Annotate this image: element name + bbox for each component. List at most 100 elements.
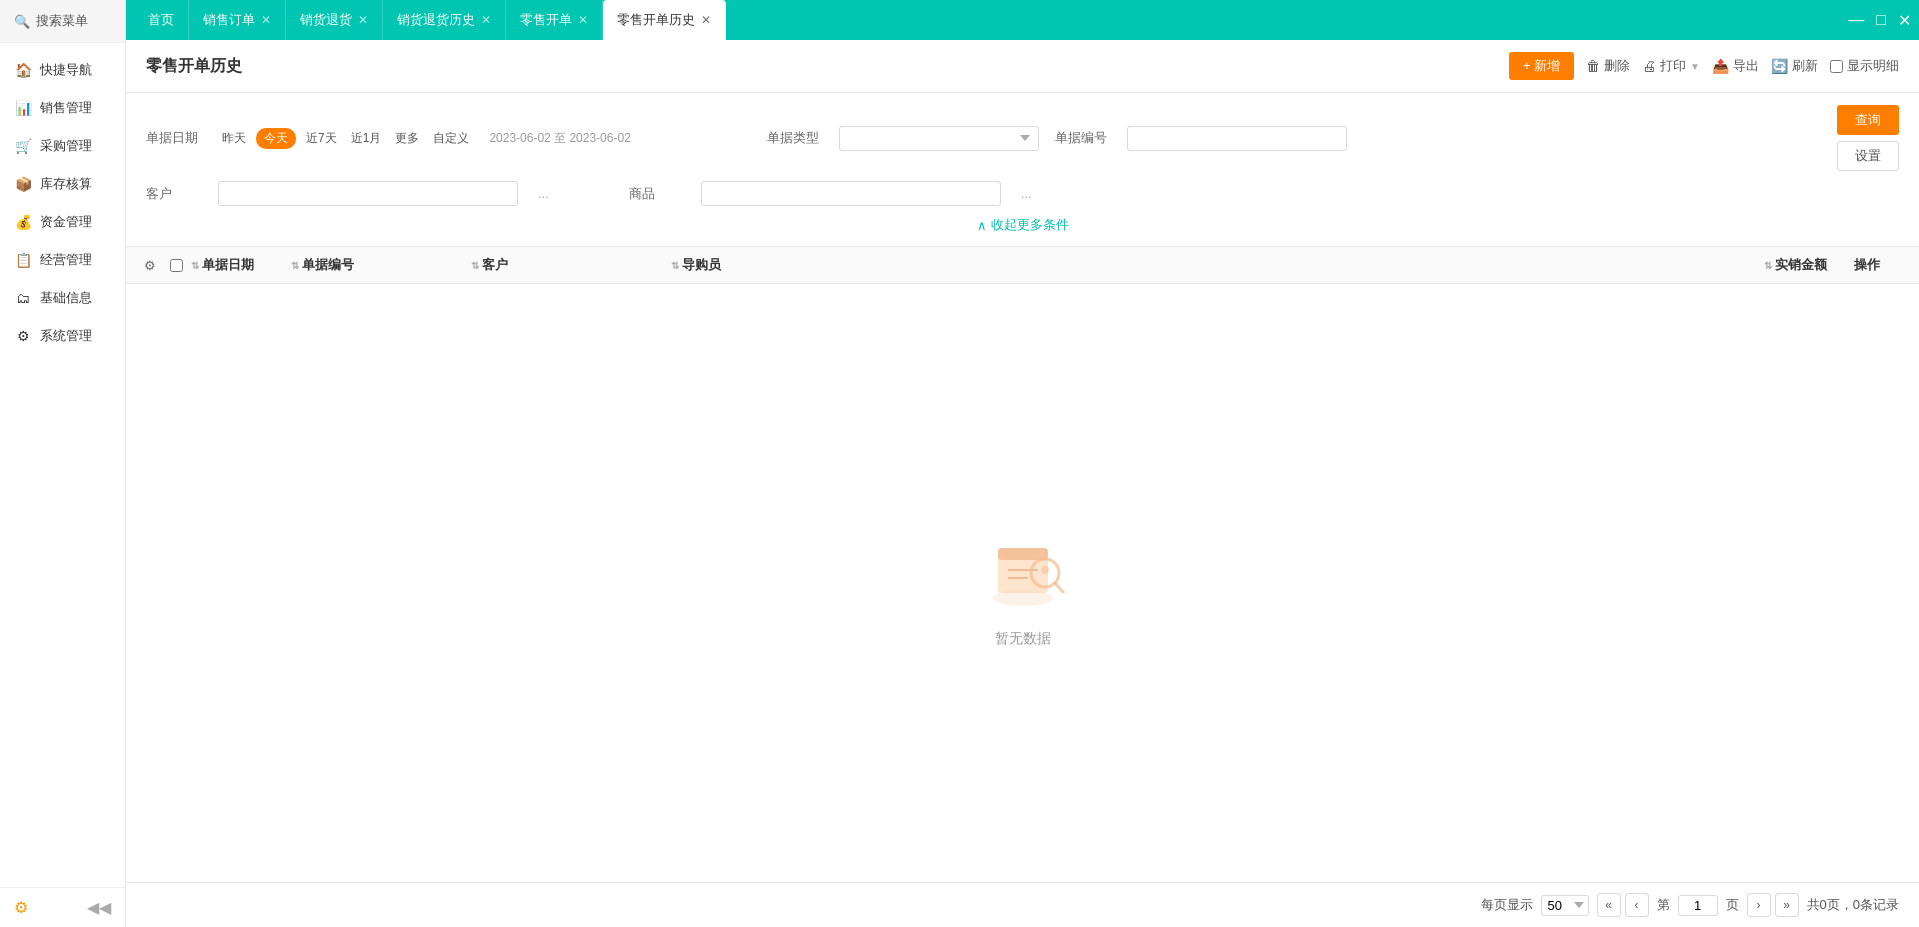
sales-icon: 📊	[14, 99, 32, 117]
tab-close-icon[interactable]: ✕	[358, 13, 368, 27]
col-customer: ⇅ 客户	[471, 256, 671, 274]
tab-sales-return-history-label: 销货退货历史	[397, 11, 475, 29]
per-page-select[interactable]: 50 100 200	[1541, 895, 1589, 916]
page-title: 零售开单历史	[146, 56, 242, 77]
number-filter-label: 单据编号	[1055, 129, 1111, 147]
goods-filter-input[interactable]	[701, 181, 1001, 206]
sidebar-item-base-info[interactable]: 🗂 基础信息	[0, 279, 125, 317]
print-icon: 🖨	[1642, 58, 1656, 74]
sidebar-item-sys-mgmt[interactable]: ⚙ 系统管理	[0, 317, 125, 355]
tab-sales-order-label: 销售订单	[203, 11, 255, 29]
collapse-icon[interactable]: ◀◀	[87, 898, 111, 917]
export-label: 导出	[1733, 57, 1759, 75]
sort-icon[interactable]: ⇅	[1764, 260, 1772, 271]
number-filter-input[interactable]	[1127, 126, 1347, 151]
refresh-icon: 🔄	[1771, 58, 1788, 74]
content-area: 零售开单历史 + 新增 🗑 删除 🖨 打印 ▼ 📤 导出 🔄	[126, 40, 1919, 927]
delete-icon: 🗑	[1586, 58, 1600, 74]
sidebar-item-finance[interactable]: 💰 资金管理	[0, 203, 125, 241]
settings-button[interactable]: 设置	[1837, 141, 1899, 171]
refresh-button[interactable]: 🔄 刷新	[1771, 57, 1818, 75]
sidebar-item-quick-nav[interactable]: 🏠 快捷导航	[0, 51, 125, 89]
customer-filter-label: 客户	[146, 185, 202, 203]
date-btn-more[interactable]: 更多	[391, 128, 423, 149]
col-date: ⇅ 单据日期	[191, 256, 291, 274]
sidebar-item-inventory[interactable]: 📦 库存核算	[0, 165, 125, 203]
add-button[interactable]: + 新增	[1509, 52, 1574, 80]
sidebar-item-purchase-mgmt[interactable]: 🛒 采购管理	[0, 127, 125, 165]
table-body-empty: 暂无数据	[126, 284, 1919, 882]
tab-sales-order[interactable]: 销售订单 ✕	[189, 0, 286, 40]
tab-sales-return-history[interactable]: 销货退货历史 ✕	[383, 0, 506, 40]
sidebar-item-sales-mgmt[interactable]: 📊 销售管理	[0, 89, 125, 127]
query-button[interactable]: 查询	[1837, 105, 1899, 135]
toolbar: + 新增 🗑 删除 🖨 打印 ▼ 📤 导出 🔄 刷新	[1509, 52, 1899, 80]
sidebar-item-ops-mgmt[interactable]: 📋 经营管理	[0, 241, 125, 279]
date-buttons: 昨天 今天 近7天 近1月 更多 自定义	[218, 128, 473, 149]
last-page-button[interactable]: »	[1775, 893, 1799, 917]
print-dropdown-icon: ▼	[1690, 61, 1700, 72]
display-detail-checkbox[interactable]: 显示明细	[1830, 57, 1899, 75]
display-detail-input[interactable]	[1830, 60, 1843, 73]
sort-icon[interactable]: ⇅	[671, 260, 679, 271]
customer-filter-input[interactable]	[218, 181, 518, 206]
sort-icon[interactable]: ⇅	[191, 260, 199, 271]
inventory-icon: 📦	[14, 175, 32, 193]
sidebar-item-label: 基础信息	[40, 289, 92, 307]
date-btn-today[interactable]: 今天	[256, 128, 296, 149]
close-button[interactable]: ✕	[1898, 11, 1911, 30]
sort-icon[interactable]: ⇅	[291, 260, 299, 271]
print-button[interactable]: 🖨 打印 ▼	[1642, 57, 1700, 75]
page-number-input[interactable]	[1678, 895, 1718, 916]
sidebar-item-label: 库存核算	[40, 175, 92, 193]
finance-icon: 💰	[14, 213, 32, 231]
settings-icon[interactable]: ⚙	[14, 898, 28, 917]
tab-retail-open-label: 零售开单	[520, 11, 572, 29]
tab-close-icon[interactable]: ✕	[578, 13, 588, 27]
ops-icon: 📋	[14, 251, 32, 269]
maximize-button[interactable]: □	[1876, 11, 1886, 29]
tab-close-icon[interactable]: ✕	[261, 13, 271, 27]
tab-close-icon[interactable]: ✕	[481, 13, 491, 27]
sidebar-item-label: 经营管理	[40, 251, 92, 269]
date-btn-7days[interactable]: 近7天	[302, 128, 341, 149]
tab-retail-open-history-label: 零售开单历史	[617, 11, 695, 29]
pagination: 每页显示 50 100 200 « ‹ 第 页 › » 共0页，0条记录	[126, 882, 1919, 927]
page-label: 第	[1657, 896, 1670, 914]
goods-filter-label: 商品	[629, 185, 685, 203]
date-btn-1month[interactable]: 近1月	[347, 128, 386, 149]
filter-area: 单据日期 昨天 今天 近7天 近1月 更多 自定义 2023-06-02 至 2…	[126, 93, 1919, 247]
date-range-display: 2023-06-02 至 2023-06-02	[489, 130, 630, 147]
sidebar-search[interactable]: 🔍 搜索菜单	[0, 0, 125, 43]
tab-home[interactable]: 首页	[134, 0, 189, 40]
minimize-button[interactable]: —	[1848, 11, 1864, 29]
next-page-button[interactable]: ›	[1747, 893, 1771, 917]
svg-line-6	[1055, 583, 1063, 592]
type-filter-select[interactable]	[839, 126, 1039, 151]
prev-page-button[interactable]: ‹	[1625, 893, 1649, 917]
collapse-more-label: 收起更多条件	[991, 216, 1069, 234]
first-page-button[interactable]: «	[1597, 893, 1621, 917]
date-btn-yesterday[interactable]: 昨天	[218, 128, 250, 149]
col-amount: ⇅ 实销金额	[1727, 256, 1827, 274]
tab-sales-return[interactable]: 销货退货 ✕	[286, 0, 383, 40]
table-select-all-checkbox[interactable]	[170, 259, 183, 272]
print-label: 打印	[1660, 57, 1686, 75]
collapse-more-btn[interactable]: ∧ 收起更多条件	[146, 216, 1899, 234]
delete-button[interactable]: 🗑 删除	[1586, 57, 1630, 75]
sort-icon[interactable]: ⇅	[471, 260, 479, 271]
type-filter-label: 单据类型	[767, 129, 823, 147]
sidebar-footer: ⚙ ◀◀	[0, 887, 125, 927]
window-controls: — □ ✕	[1848, 11, 1911, 30]
export-button[interactable]: 📤 导出	[1712, 57, 1759, 75]
table-config-button[interactable]: ⚙	[138, 253, 162, 277]
date-btn-custom[interactable]: 自定义	[429, 128, 473, 149]
per-page-label: 每页显示	[1481, 896, 1533, 914]
base-icon: 🗂	[14, 289, 32, 307]
page-header: 零售开单历史 + 新增 🗑 删除 🖨 打印 ▼ 📤 导出 🔄	[126, 40, 1919, 93]
query-settings-buttons: 查询 设置	[1837, 105, 1899, 171]
tab-retail-open[interactable]: 零售开单 ✕	[506, 0, 603, 40]
home-icon: 🏠	[14, 61, 32, 79]
tab-retail-open-history[interactable]: 零售开单历史 ✕	[603, 0, 726, 40]
tab-close-icon[interactable]: ✕	[701, 13, 711, 27]
